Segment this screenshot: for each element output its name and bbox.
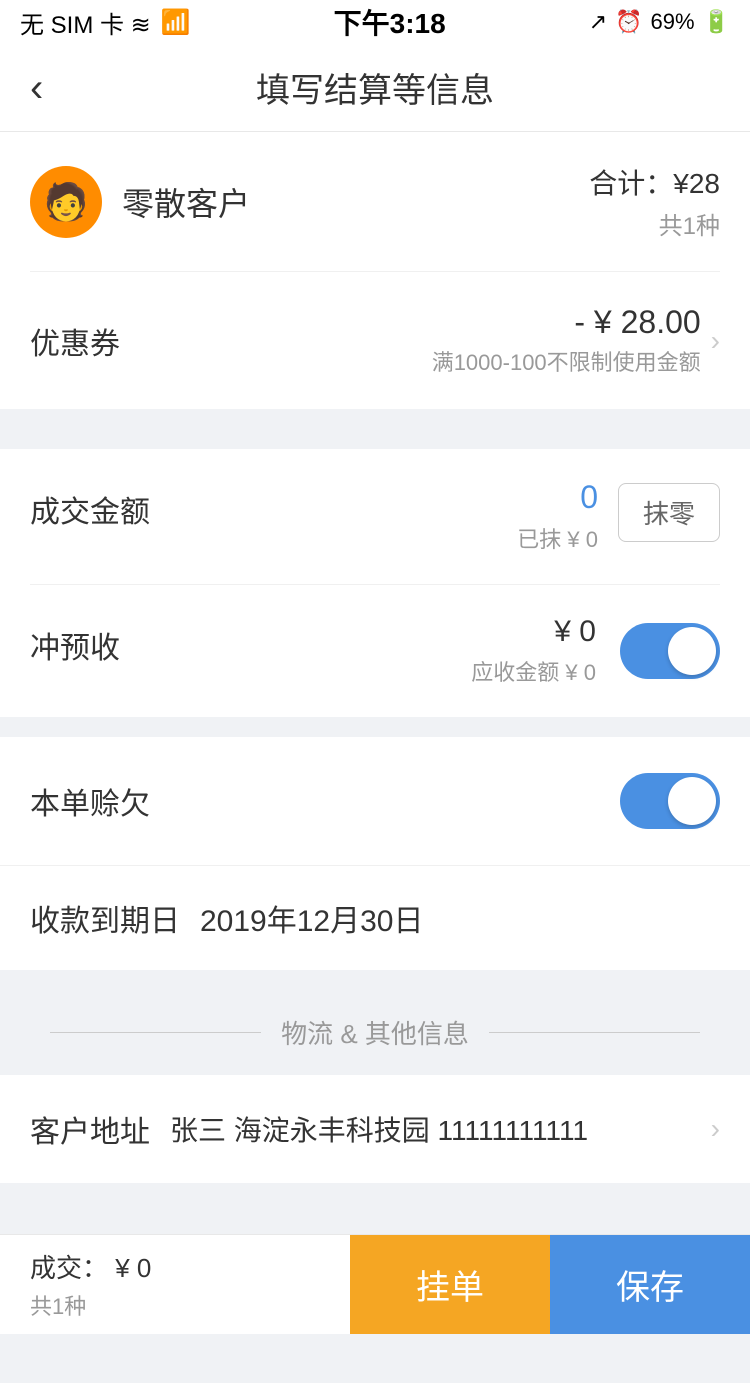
address-row[interactable]: 客户地址 张三 海淀永丰科技园 11111111111 › (0, 1075, 750, 1183)
total-count: 共1种 (589, 206, 720, 241)
battery-label: 69% (651, 9, 695, 35)
section-gap-1 (0, 429, 750, 449)
prepay-label: 冲预收 (30, 615, 120, 667)
prepay-value-wrap: ¥ 0 应收金额 ¥ 0 (471, 615, 596, 687)
avatar: 🧑 (30, 166, 102, 238)
prepay-toggle[interactable] (620, 623, 720, 679)
amount-label: 成交金额 (30, 479, 150, 531)
nav-bar: ‹ 填写结算等信息 (0, 44, 750, 132)
coupon-desc: 满1000-100不限制使用金额 (432, 345, 701, 377)
address-value: 张三 海淀永丰科技园 11111111111 (170, 1109, 711, 1149)
bottom-info: 成交： ¥ 0 共1种 (0, 1235, 350, 1334)
customer-name: 零散客户 (122, 179, 250, 225)
bottom-bar: 成交： ¥ 0 共1种 挂单 保存 (0, 1234, 750, 1334)
status-bar: 无 SIM 卡 ≋ 📶 下午3:18 ↗ ⏰ 69% 🔋 (0, 0, 750, 44)
amount-value-wrap: 0 已抹 ¥ 0 (517, 479, 598, 554)
amount-sub: 已抹 ¥ 0 (517, 522, 598, 554)
coupon-right: - ¥ 28.00 满1000-100不限制使用金额 › (432, 304, 720, 377)
debt-label: 本单赊欠 (30, 779, 150, 823)
address-label: 客户地址 (30, 1107, 150, 1151)
address-chevron-icon: › (711, 1113, 720, 1145)
debt-row: 本单赊欠 (0, 737, 750, 865)
logistics-header: 物流 & 其他信息 (0, 990, 750, 1075)
debt-toggle[interactable] (620, 773, 720, 829)
prepay-value: ¥ 0 (471, 615, 596, 649)
save-button[interactable]: 保存 (550, 1235, 750, 1334)
prepay-sub: 应收金额 ¥ 0 (471, 655, 596, 687)
customer-right: 合计：¥28 共1种 (589, 162, 720, 241)
sim-label: 无 SIM 卡 ≋ (20, 5, 151, 40)
coupon-label: 优惠券 (30, 319, 120, 363)
amount-value: 0 (517, 479, 598, 516)
location-icon: ↗ (589, 9, 607, 35)
prepay-row: 冲预收 ¥ 0 应收金额 ¥ 0 (30, 585, 720, 717)
logistics-divider (0, 970, 750, 990)
wifi-icon: 📶 (161, 8, 191, 37)
status-right: ↗ ⏰ 69% 🔋 (589, 9, 730, 35)
coupon-row[interactable]: 优惠券 - ¥ 28.00 满1000-100不限制使用金额 › (0, 272, 750, 409)
coupon-info: - ¥ 28.00 满1000-100不限制使用金额 (432, 304, 701, 377)
date-row: 收款到期日 2019年12月30日 (0, 865, 750, 970)
status-time: 下午3:18 (334, 2, 446, 42)
battery-icon: 🔋 (703, 9, 730, 35)
avatar-icon: 🧑 (44, 181, 89, 223)
bottom-deal-label: 成交： ¥ 0 (30, 1248, 320, 1285)
prepay-right: ¥ 0 应收金额 ¥ 0 (471, 615, 720, 687)
round-zero-button[interactable]: 抹零 (618, 483, 720, 542)
coupon-discount: - ¥ 28.00 (432, 304, 701, 341)
date-label: 收款到期日 (30, 896, 180, 940)
hold-button[interactable]: 挂单 (350, 1235, 550, 1334)
section-gap-2 (0, 717, 750, 737)
logistics-title: 物流 & 其他信息 (281, 1014, 469, 1051)
bottom-count-label: 共1种 (30, 1289, 320, 1321)
alarm-icon: ⏰ (615, 9, 642, 35)
status-left: 无 SIM 卡 ≋ 📶 (20, 5, 191, 40)
chevron-right-icon: › (711, 325, 720, 357)
page-title: 填写结算等信息 (256, 63, 494, 112)
customer-row: 🧑 零散客户 合计：¥28 共1种 (0, 132, 750, 271)
customer-section: 🧑 零散客户 合计：¥28 共1种 优惠券 - ¥ 28.00 满1000-10… (0, 132, 750, 409)
amount-right: 0 已抹 ¥ 0 抹零 (517, 479, 720, 554)
total-amount: 合计：¥28 (589, 162, 720, 202)
customer-left: 🧑 零散客户 (30, 166, 250, 238)
date-value: 2019年12月30日 (200, 896, 423, 940)
form-section: 成交金额 0 已抹 ¥ 0 抹零 冲预收 ¥ 0 应收金额 ¥ 0 (0, 449, 750, 717)
amount-row: 成交金额 0 已抹 ¥ 0 抹零 (30, 449, 720, 585)
main-content: 🧑 零散客户 合计：¥28 共1种 优惠券 - ¥ 28.00 满1000-10… (0, 132, 750, 1383)
back-button[interactable]: ‹ (30, 68, 43, 108)
